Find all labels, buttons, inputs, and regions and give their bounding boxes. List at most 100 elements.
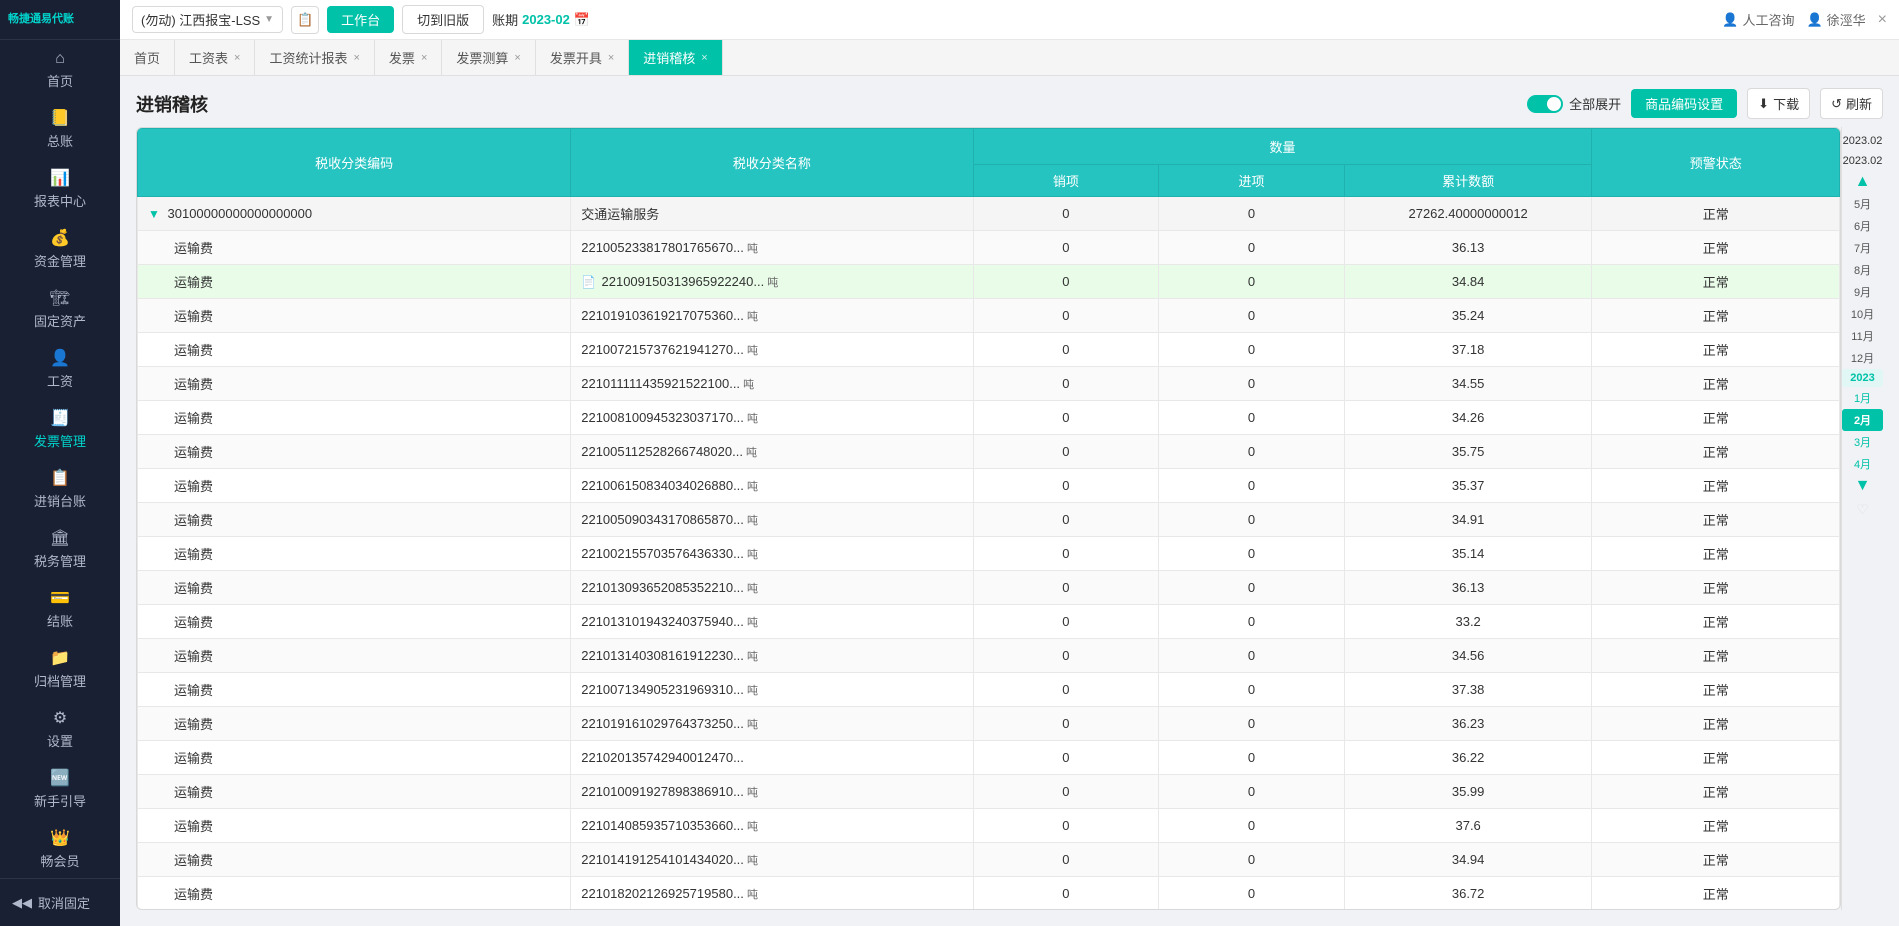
month-12[interactable]: 12月 [1842, 347, 1883, 369]
app-logo: 畅捷通易代账 [0, 0, 120, 40]
unpin-button[interactable]: ◀◀ 取消固定 [0, 887, 120, 918]
month-6[interactable]: 6月 [1842, 215, 1883, 237]
home-icon: ⌂ [55, 50, 65, 68]
invoice-icon: 🧾 [50, 408, 70, 428]
sidebar-item-ledger[interactable]: 📒总账 [0, 98, 120, 158]
sidebar-item-capital[interactable]: 💰资金管理 [0, 218, 120, 278]
expand-icon[interactable]: ▼ [148, 207, 160, 221]
tab-home[interactable]: 首页 [120, 40, 175, 76]
table-row[interactable]: 运输费 221011111435921522100... 吨 0 0 34.55… [138, 367, 1840, 401]
month-2-active[interactable]: 2月 [1842, 409, 1883, 431]
tab-close-payroll-stats[interactable]: × [353, 52, 359, 64]
sidebar-item-invoice[interactable]: 🧾发票管理 [0, 398, 120, 458]
nav-up-arrow[interactable]: ▲ [1853, 171, 1873, 193]
sidebar-item-settle[interactable]: 💳结账 [0, 578, 120, 638]
settings-icon: ⚙ [53, 708, 67, 728]
ledger-icon: 📒 [50, 108, 70, 128]
customer-service[interactable]: 👤 人工咨询 [1722, 10, 1794, 29]
tab-payroll[interactable]: 工资表× [175, 40, 255, 76]
switch-old-button[interactable]: 切到旧版 [402, 5, 484, 34]
table-row[interactable]: 运输费 221018202126925719580... 吨 0 0 36.72… [138, 877, 1840, 911]
month-9[interactable]: 9月 [1842, 281, 1883, 303]
company-selector[interactable]: (勿动) 江西报宝-LSS ▼ [132, 6, 283, 33]
tab-close-invoice-open[interactable]: × [608, 52, 614, 64]
table-row[interactable]: 运输费 221010091927898386910... 吨 0 0 35.99… [138, 775, 1840, 809]
table-row[interactable]: 运输费 221013101943240375940... 吨 0 0 33.2 … [138, 605, 1840, 639]
table-row[interactable]: 运输费 221013140308161912230... 吨 0 0 34.56… [138, 639, 1840, 673]
table-row[interactable]: 运输费 221005090343170865870... 吨 0 0 34.91… [138, 503, 1840, 537]
month-11[interactable]: 11月 [1842, 325, 1883, 347]
user-profile[interactable]: 👤 徐涇华 [1806, 10, 1865, 29]
table-row[interactable]: 运输费 221008100945323037170... 吨 0 0 34.26… [138, 401, 1840, 435]
table-row[interactable]: ▼ 30100000000000000000 交通运输服务 0 0 27262.… [138, 197, 1840, 231]
sidebar-item-archive[interactable]: 📁归档管理 [0, 638, 120, 698]
month-10[interactable]: 10月 [1842, 303, 1883, 325]
right-panel-year-2023-top[interactable]: 2023.02 [1841, 131, 1885, 151]
month-7[interactable]: 7月 [1842, 237, 1883, 259]
table-row[interactable]: 运输费 221019161029764373250... 吨 0 0 36.23… [138, 707, 1840, 741]
data-table-container: 税收分类编码 税收分类名称 数量 预警状态 销项 进项 累计数额 ▼ [136, 127, 1841, 910]
month-4[interactable]: 4月 [1842, 453, 1883, 475]
sidebar-item-member[interactable]: 👑畅会员 [0, 818, 120, 878]
sidebar-item-home[interactable]: ⌂首页 [0, 40, 120, 98]
tab-close-payroll[interactable]: × [234, 52, 240, 64]
sidebar-item-settings[interactable]: ⚙设置 [0, 698, 120, 758]
toggle-control[interactable] [1527, 95, 1563, 113]
tabbar: 首页工资表×工资统计报表×发票×发票测算×发票开具×进销稽核× [120, 40, 1899, 76]
member-icon: 👑 [50, 828, 70, 848]
trade-icon: 📋 [50, 468, 70, 488]
workbench-button[interactable]: 工作台 [327, 6, 394, 33]
calendar-icon[interactable]: 📅 [574, 12, 590, 28]
table-row[interactable]: 运输费 221007134905231969310... 吨 0 0 37.38… [138, 673, 1840, 707]
tab-invoice-calc[interactable]: 发票测算× [442, 40, 535, 76]
sidebar-item-assets[interactable]: 🏗固定资产 [0, 278, 120, 338]
sidebar-item-trade[interactable]: 📋进销台账 [0, 458, 120, 518]
sidebar-item-report[interactable]: 📊报表中心 [0, 158, 120, 218]
tax-icon: 🏛 [50, 528, 70, 548]
nav-down-arrow[interactable]: ▼ [1853, 475, 1873, 497]
month-3[interactable]: 3月 [1842, 431, 1883, 453]
table-row[interactable]: 运输费 221005112528266748020... 吨 0 0 35.75… [138, 435, 1840, 469]
sidebar-bottom: ◀◀ 取消固定 [0, 878, 120, 926]
tab-invoice-check[interactable]: 进销稽核× [629, 40, 722, 76]
tab-close-invoice-check[interactable]: × [701, 52, 707, 64]
table-row[interactable]: 运输费 221019103619217075360... 吨 0 0 35.24… [138, 299, 1840, 333]
right-panel-year-2023-label[interactable]: 2023 [1842, 369, 1883, 387]
table-row[interactable]: 运输费 221020135742940012470... 0 0 36.22 正… [138, 741, 1840, 775]
tab-invoice[interactable]: 发票× [375, 40, 442, 76]
month-5[interactable]: 5月 [1842, 193, 1883, 215]
sidebar-item-salary[interactable]: 👤工资 [0, 338, 120, 398]
settings-button[interactable]: 商品编码设置 [1631, 89, 1737, 118]
tab-close-invoice-calc[interactable]: × [514, 52, 520, 64]
expand-toggle[interactable]: 全部展开 [1527, 94, 1621, 113]
page-header: 进销稽核 全部展开 商品编码设置 ⬇ 下载 ↺ 刷新 [120, 76, 1899, 127]
table-row[interactable]: 运输费 221014191254101434020... 吨 0 0 34.94… [138, 843, 1840, 877]
topbar-close-button[interactable]: × [1878, 11, 1887, 29]
table-row[interactable]: 运输费 221013093652085352210... 吨 0 0 36.13… [138, 571, 1840, 605]
right-panel-year-2023-2[interactable]: 2023.02 [1841, 151, 1885, 171]
capital-icon: 💰 [50, 228, 70, 248]
table-row[interactable]: 运输费 221007215737621941270... 吨 0 0 37.18… [138, 333, 1840, 367]
refresh-button[interactable]: ↺ 刷新 [1820, 88, 1883, 119]
col-purchase: 进项 [1159, 165, 1345, 197]
copy-button[interactable]: 📋 [291, 6, 319, 34]
col-quantity-group: 数量 [973, 129, 1592, 165]
month-1[interactable]: 1月 [1842, 387, 1883, 409]
assets-icon: 🏗 [50, 288, 70, 308]
table-row[interactable]: 运输费 📄 221009150313965922240... 吨 0 0 34.… [138, 265, 1840, 299]
col-status: 预警状态 [1592, 129, 1840, 197]
sidebar-item-guide[interactable]: 🆕新手引导 [0, 758, 120, 818]
sidebar-item-tax[interactable]: 🏛税务管理 [0, 518, 120, 578]
table-row[interactable]: 运输费 221006150834034026880... 吨 0 0 35.37… [138, 469, 1840, 503]
download-button[interactable]: ⬇ 下载 [1747, 88, 1810, 119]
tab-close-invoice[interactable]: × [421, 52, 427, 64]
tab-invoice-open[interactable]: 发票开具× [536, 40, 629, 76]
favorite-icon[interactable]: ♡ [1852, 497, 1873, 522]
download-icon: ⬇ [1758, 96, 1769, 112]
topbar-right: 👤 人工咨询 👤 徐涇华 × [1722, 10, 1887, 29]
table-row[interactable]: 运输费 221005233817801765670... 吨 0 0 36.13… [138, 231, 1840, 265]
table-row[interactable]: 运输费 221014085935710353660... 吨 0 0 37.6 … [138, 809, 1840, 843]
tab-payroll-stats[interactable]: 工资统计报表× [255, 40, 374, 76]
month-8[interactable]: 8月 [1842, 259, 1883, 281]
table-row[interactable]: 运输费 221002155703576436330... 吨 0 0 35.14… [138, 537, 1840, 571]
